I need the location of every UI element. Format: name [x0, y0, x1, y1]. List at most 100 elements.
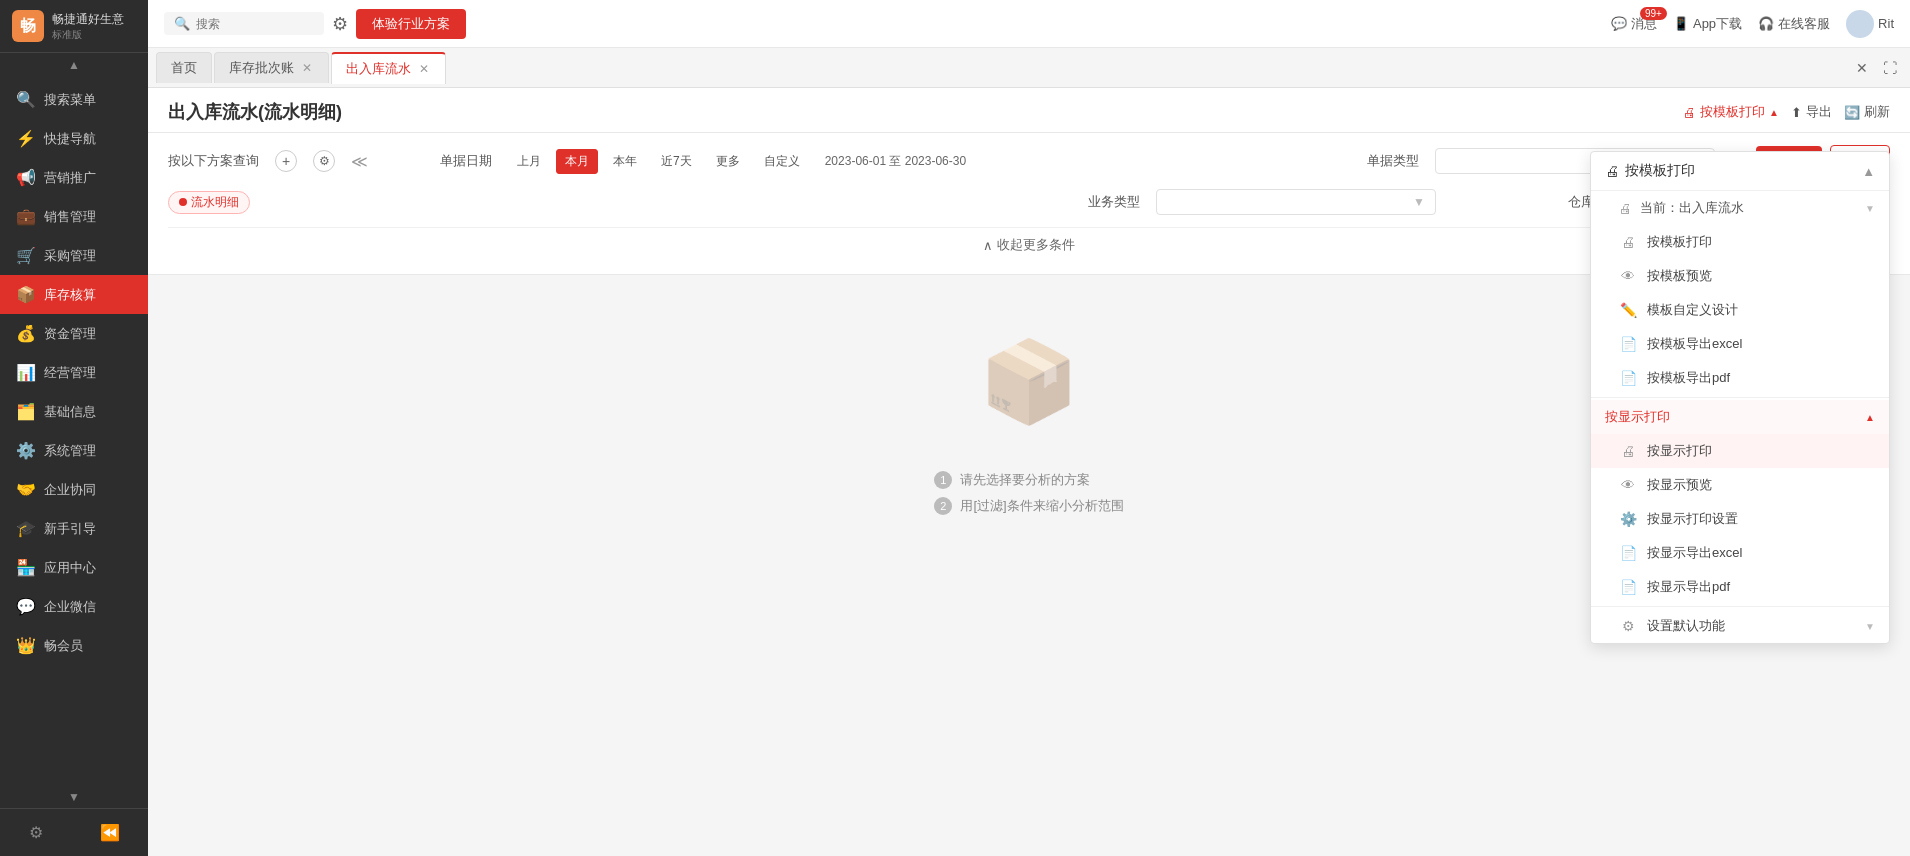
sidebar-item-guide[interactable]: 🎓 新手引导: [0, 509, 148, 548]
guide-icon: 🎓: [16, 519, 36, 538]
sidebar-item-membership[interactable]: 👑 畅会员: [0, 626, 148, 665]
dropdown-item-export-pdf-template[interactable]: 📄 按模板导出pdf: [1591, 361, 1889, 395]
search-input[interactable]: [196, 17, 296, 31]
date-btn-more[interactable]: 更多: [707, 149, 749, 174]
custom-tpl-icon: ✏️: [1619, 302, 1637, 318]
refresh-btn[interactable]: 🔄 刷新: [1844, 103, 1890, 121]
filter-biz-type-label: 业务类型: [1088, 193, 1140, 211]
print-display-label: 按显示打印: [1647, 442, 1712, 460]
sidebar-item-quick-nav[interactable]: ⚡ 快捷导航: [0, 119, 148, 158]
export-btn[interactable]: ⬆ 导出: [1791, 103, 1832, 121]
online-service-btn[interactable]: 🎧 在线客服: [1758, 15, 1830, 33]
date-btn-custom[interactable]: 自定义: [755, 149, 809, 174]
pdf-display-label: 按显示导出pdf: [1647, 578, 1730, 596]
collapse-sidebar-icon[interactable]: ⏪: [92, 819, 128, 846]
basic-icon: 🗂️: [16, 402, 36, 421]
biz-type-select[interactable]: ▼: [1156, 189, 1436, 215]
tab-expand-icon[interactable]: ⛶: [1878, 56, 1902, 80]
print-template-btn[interactable]: 🖨 按模板打印 ▲: [1683, 103, 1779, 121]
sidebar-item-wechat[interactable]: 💬 企业微信: [0, 587, 148, 626]
print-tpl-label: 按模板打印: [1647, 233, 1712, 251]
sidebar-item-label: 企业微信: [44, 598, 96, 616]
filter-add-btn[interactable]: +: [275, 150, 297, 172]
date-btn-this-year[interactable]: 本年: [604, 149, 646, 174]
message-btn[interactable]: 💬 消息 99+: [1611, 15, 1657, 33]
dropdown-item-preview-template[interactable]: 👁 按模板预览: [1591, 259, 1889, 293]
dropdown-display-section[interactable]: 按显示打印 ▲: [1591, 400, 1889, 434]
dropdown-item-preview-display[interactable]: 👁 按显示预览: [1591, 468, 1889, 502]
sidebar-item-purchase[interactable]: 🛒 采购管理: [0, 236, 148, 275]
sidebar-item-appstore[interactable]: 🏪 应用中心: [0, 548, 148, 587]
filter-active-tag[interactable]: 流水明细: [168, 191, 250, 214]
date-filter: 上月 本月 本年 近7天 更多 自定义: [508, 149, 809, 174]
sidebar-item-sales[interactable]: 💼 销售管理: [0, 197, 148, 236]
default-func-arrow: ▼: [1865, 621, 1875, 632]
dropdown-item-print-display[interactable]: 🖨 按显示打印: [1591, 434, 1889, 468]
sidebar-scroll-up[interactable]: ▲: [0, 53, 148, 76]
sidebar-item-marketing[interactable]: 📢 营销推广: [0, 158, 148, 197]
filter-label: 按以下方案查询: [168, 152, 259, 170]
pdf-display-icon: 📄: [1619, 579, 1637, 595]
excel-tpl-label: 按模板导出excel: [1647, 335, 1742, 353]
tab-inout-flow-label: 出入库流水: [346, 60, 411, 78]
wechat-icon: 💬: [16, 597, 36, 616]
dropdown-item-export-pdf-display[interactable]: 📄 按显示导出pdf: [1591, 570, 1889, 604]
app-download-btn[interactable]: 📱 App下载: [1673, 15, 1742, 33]
tab-inout-flow[interactable]: 出入库流水 ✕: [331, 52, 446, 84]
membership-icon: 👑: [16, 636, 36, 655]
appstore-icon: 🏪: [16, 558, 36, 577]
sidebar-item-label: 企业协同: [44, 481, 96, 499]
industry-btn[interactable]: 体验行业方案: [356, 9, 466, 39]
tab-batch-account-close[interactable]: ✕: [300, 61, 314, 75]
default-func-icon: ⚙: [1619, 618, 1637, 634]
user-avatar-btn[interactable]: Rit: [1846, 10, 1894, 38]
sidebar-item-system[interactable]: ⚙️ 系统管理: [0, 431, 148, 470]
default-func-label: 设置默认功能: [1647, 617, 1725, 635]
search-icon: 🔍: [16, 90, 36, 109]
hint-2-number: 2: [934, 497, 952, 515]
dropdown-item-export-excel-template[interactable]: 📄 按模板导出excel: [1591, 327, 1889, 361]
sidebar-item-operations[interactable]: 📊 经营管理: [0, 353, 148, 392]
sidebar-item-basic[interactable]: 🗂️ 基础信息: [0, 392, 148, 431]
sidebar-item-finance[interactable]: 💰 资金管理: [0, 314, 148, 353]
dropdown-item-print-template[interactable]: 🖨 按模板打印: [1591, 225, 1889, 259]
print-dropdown-panel: 🖨 按模板打印 ▲ 🖨 当前：出入库流水 ▼ 🖨: [1590, 151, 1890, 644]
sidebar-item-search[interactable]: 🔍 搜索菜单: [0, 80, 148, 119]
date-btn-7days[interactable]: 近7天: [652, 149, 701, 174]
dropdown-item-export-excel-display[interactable]: 📄 按显示导出excel: [1591, 536, 1889, 570]
user-name: Rit: [1878, 16, 1894, 31]
sidebar-item-cooperation[interactable]: 🤝 企业协同: [0, 470, 148, 509]
filter-collapse-btn[interactable]: ≪: [351, 152, 368, 171]
dropdown-current-item[interactable]: 🖨 当前：出入库流水 ▼: [1591, 191, 1889, 225]
sidebar-item-label: 应用中心: [44, 559, 96, 577]
sidebar-footer: ⚙ ⏪: [0, 808, 148, 856]
export-label: 导出: [1806, 103, 1832, 121]
dropdown-item-custom-template[interactable]: ✏️ 模板自定义设计: [1591, 293, 1889, 327]
topbar-gear-icon[interactable]: ⚙: [332, 13, 348, 35]
settings-display-icon: ⚙️: [1619, 511, 1637, 527]
date-btn-last-month[interactable]: 上月: [508, 149, 550, 174]
filter-settings-btn[interactable]: ⚙: [313, 150, 335, 172]
sidebar-item-inventory[interactable]: 📦 库存核算: [0, 275, 148, 314]
sidebar: 畅 畅捷通好生意 标准版 ▲ 🔍 搜索菜单 ⚡ 快捷导航 📢 营销推广 💼 销售…: [0, 0, 148, 856]
dropdown-item-print-settings-display[interactable]: ⚙️ 按显示打印设置: [1591, 502, 1889, 536]
date-btn-this-month[interactable]: 本月: [556, 149, 598, 174]
tab-batch-account[interactable]: 库存批次账 ✕: [214, 52, 329, 83]
dropdown-collapse-icon[interactable]: ▲: [1862, 164, 1875, 179]
sidebar-item-label: 库存核算: [44, 286, 96, 304]
sidebar-scroll-down[interactable]: ▼: [0, 785, 148, 808]
tab-home[interactable]: 首页: [156, 52, 212, 83]
tab-inout-flow-close[interactable]: ✕: [417, 62, 431, 76]
dropdown-item-default-func[interactable]: ⚙ 设置默认功能 ▼: [1591, 609, 1889, 643]
sidebar-item-label: 系统管理: [44, 442, 96, 460]
search-box[interactable]: 🔍: [164, 12, 324, 35]
hint-2-text: 用[过滤]条件来缩小分析范围: [960, 497, 1123, 515]
date-range: 2023-06-01 至 2023-06-30: [825, 153, 966, 170]
pdf-tpl-label: 按模板导出pdf: [1647, 369, 1730, 387]
tab-close-all-icon[interactable]: ✕: [1850, 56, 1874, 80]
mobile-icon: 📱: [1673, 16, 1689, 31]
dropdown-title: 🖨 按模板打印: [1605, 162, 1695, 180]
tab-batch-account-label: 库存批次账: [229, 59, 294, 77]
display-section-label: 按显示打印: [1605, 408, 1670, 426]
settings-gear-icon[interactable]: ⚙: [21, 819, 51, 846]
